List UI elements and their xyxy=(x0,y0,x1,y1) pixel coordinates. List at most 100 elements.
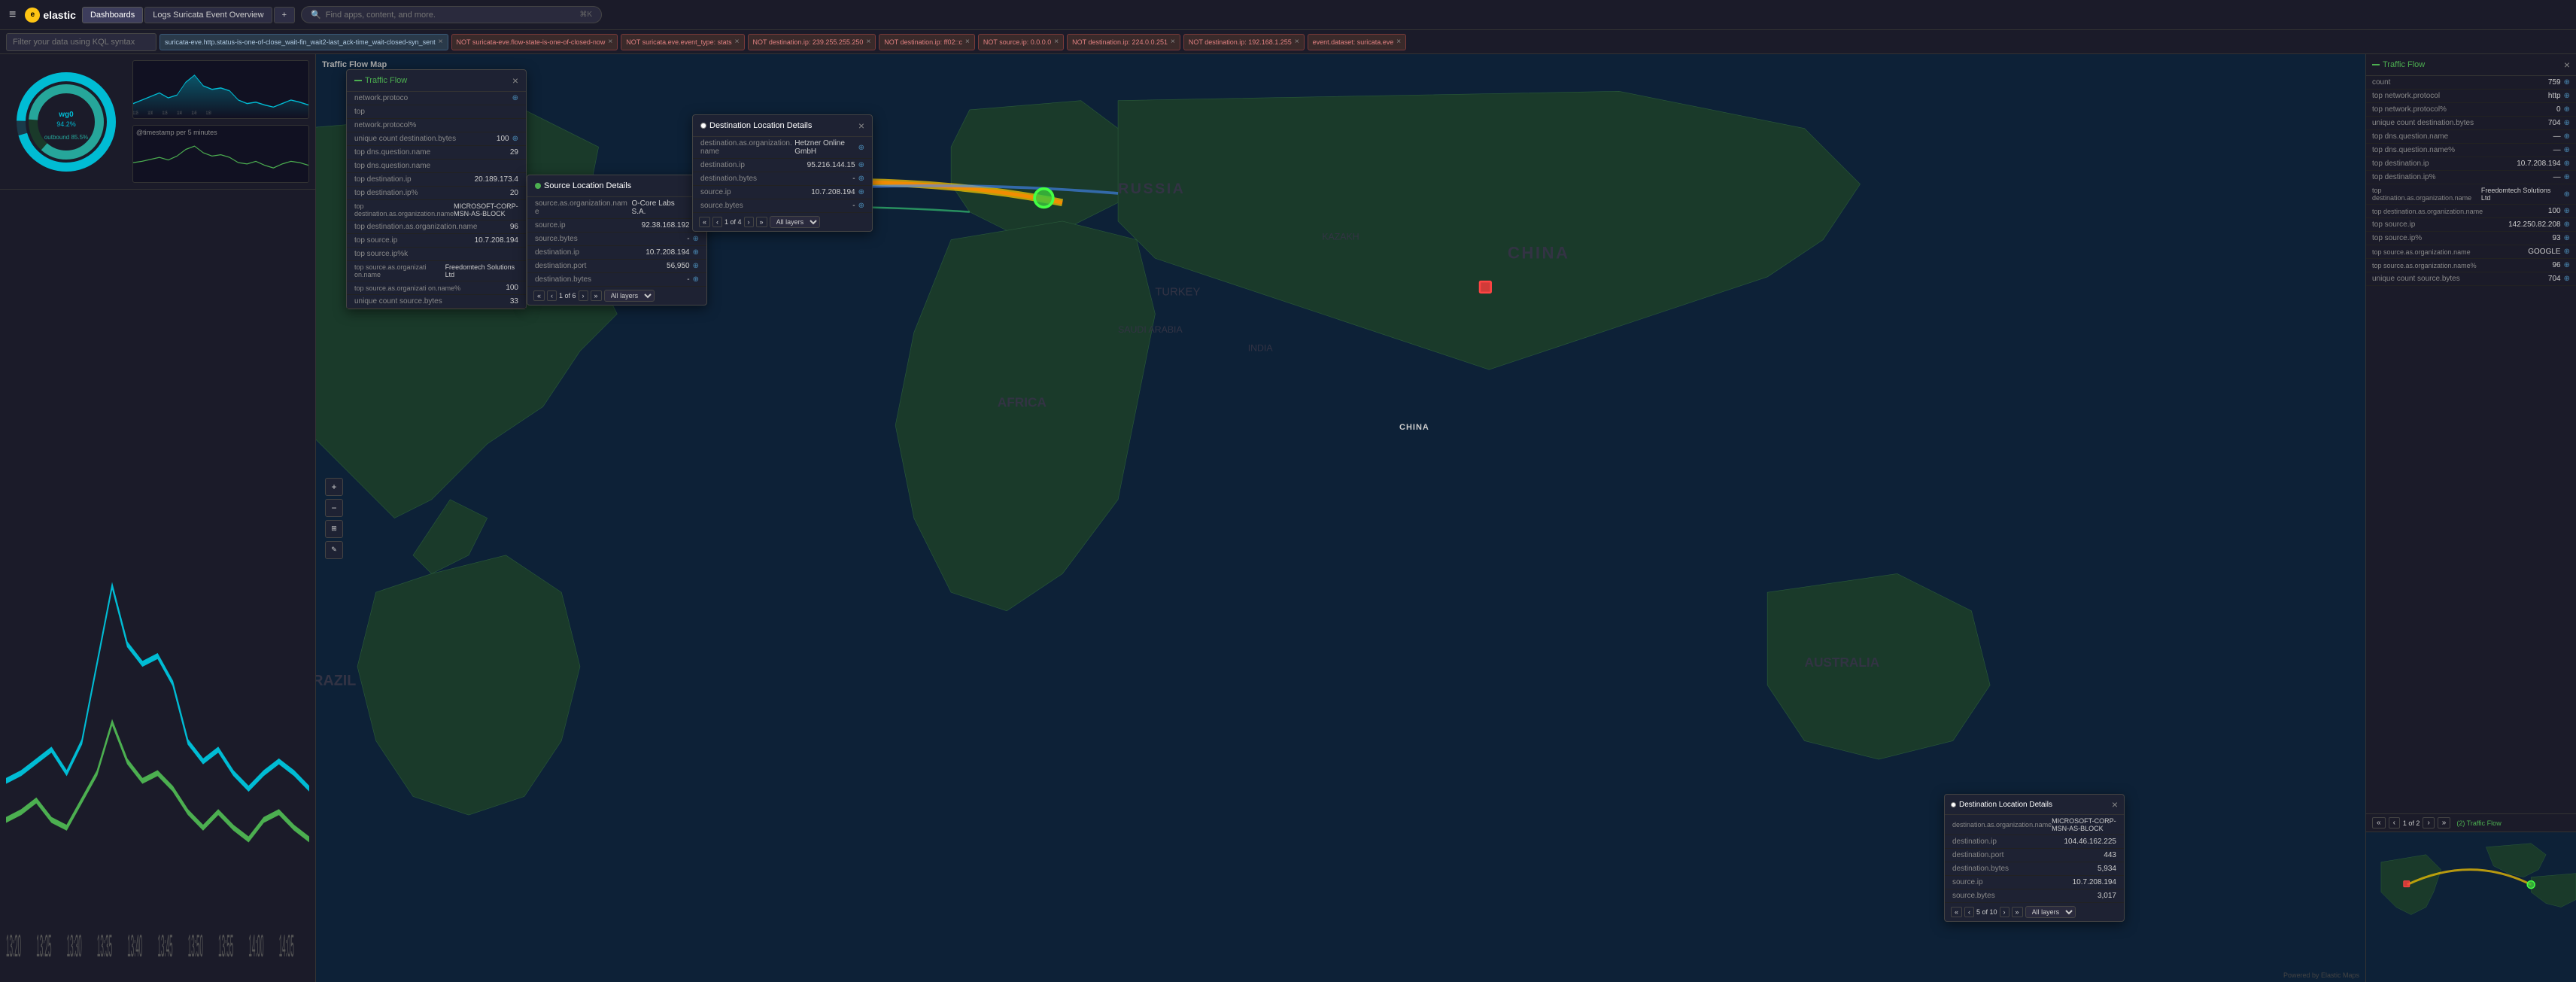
chip-close-0[interactable]: × xyxy=(439,38,443,46)
chip-close-2[interactable]: × xyxy=(735,38,740,46)
src-first-btn[interactable]: « xyxy=(533,290,545,301)
tab-logs-suricata[interactable]: Logs Suricata Event Overview xyxy=(144,7,272,23)
filter-chip-5[interactable]: NOT source.ip: 0.0.0.0 × xyxy=(978,34,1064,50)
map-area[interactable]: Traffic Flow Map UNIT xyxy=(316,54,2365,982)
rp-proto-pct-filter[interactable]: ⊕ xyxy=(2564,105,2570,114)
right-panel-mini-map xyxy=(2366,832,2576,982)
rp-prev-btn[interactable]: ‹ xyxy=(2389,817,2400,828)
rp-src-bytes-filter[interactable]: ⊕ xyxy=(2564,275,2570,283)
rp-dest-org-filter[interactable]: ⊕ xyxy=(2564,190,2570,199)
left-sidebar: wg0 94.2% outbound 85.5% xyxy=(0,54,316,982)
src-bytes-filter[interactable]: ⊕ xyxy=(693,235,699,243)
tf-row-dns: top dns.question.name 29 xyxy=(347,146,526,160)
dest-bytes-filter[interactable]: ⊕ xyxy=(858,175,864,183)
rp-dest-ip-filter[interactable]: ⊕ xyxy=(2564,160,2570,168)
line-charts: 11:25 11:30 11:35 11:40 11:45 11:50 @tim… xyxy=(132,60,309,183)
rp-row-dest-org-pct: top destination.as.organization.name 100… xyxy=(2366,205,2576,218)
dest-br-first-btn[interactable]: « xyxy=(1951,907,1962,917)
global-search-input[interactable] xyxy=(326,11,576,20)
rp-last-btn[interactable]: » xyxy=(2438,817,2451,828)
rp-next-btn[interactable]: › xyxy=(2423,817,2434,828)
src-dest-filter[interactable]: ⊕ xyxy=(693,248,699,257)
filter-chip-6[interactable]: NOT destination.ip: 224.0.0.251 × xyxy=(1067,34,1180,50)
src-prev-btn[interactable]: ‹ xyxy=(547,290,557,301)
dest-prev-btn[interactable]: ‹ xyxy=(712,217,722,227)
dest-popup-close[interactable]: × xyxy=(858,120,864,132)
global-search-bar: 🔍 ⌘K xyxy=(301,6,602,23)
src-layers-select[interactable]: All layers xyxy=(604,290,655,302)
tf-row-network-pct: network.protocol% xyxy=(347,119,526,132)
dest-br-next-btn[interactable]: › xyxy=(2000,907,2009,917)
dest-row-ip: destination.ip 95.216.144.15 ⊕ xyxy=(693,159,872,172)
dest-popup-header: Destination Location Details × xyxy=(693,115,872,137)
dest-src-bytes-filter[interactable]: ⊕ xyxy=(858,202,864,210)
chip-close-4[interactable]: × xyxy=(965,38,970,46)
dest-layers-select[interactable]: All layers xyxy=(770,216,820,228)
src-dest-bytes-filter[interactable]: ⊕ xyxy=(693,275,699,284)
tf-map-panel-content: network.protoco ⊕ top network.protocol% … xyxy=(347,92,526,309)
rp-dns-pct-filter[interactable]: ⊕ xyxy=(2564,146,2570,154)
dest-first-btn[interactable]: « xyxy=(699,217,710,227)
filter-chip-0[interactable]: suricata-eve.http.status-is-one-of-close… xyxy=(159,34,448,50)
dest-ip-filter[interactable]: ⊕ xyxy=(858,161,864,169)
filter-chip-1[interactable]: NOT suricata-eve.flow-state-is-one-of-cl… xyxy=(451,34,618,50)
filter-chip-7[interactable]: NOT destination.ip: 192.168.1.255 × xyxy=(1183,34,1305,50)
rp-src-org-filter[interactable]: ⊕ xyxy=(2564,248,2570,256)
map-draw-button[interactable]: ✎ xyxy=(325,541,343,559)
dest-br-prev-btn[interactable]: ‹ xyxy=(1964,907,1974,917)
tab-dashboards[interactable]: Dashboards xyxy=(82,7,143,23)
kql-filter-input[interactable] xyxy=(6,33,156,51)
chip-close-5[interactable]: × xyxy=(1054,38,1059,46)
rp-dest-org-pct-filter[interactable]: ⊕ xyxy=(2564,207,2570,215)
svg-text:13:25: 13:25 xyxy=(36,929,51,964)
src-port-filter[interactable]: ⊕ xyxy=(693,262,699,270)
map-layers-button[interactable]: ⊞ xyxy=(325,520,343,538)
dest-last-btn[interactable]: » xyxy=(756,217,767,227)
src-row-dest-ip: destination.ip 10.7.208.194 ⊕ xyxy=(527,246,706,260)
rp-src-ip-filter[interactable]: ⊕ xyxy=(2564,220,2570,229)
chip-close-1[interactable]: × xyxy=(608,38,612,46)
svg-text:AUSTRALIA: AUSTRALIA xyxy=(1805,655,1880,670)
tab-add-button[interactable]: + xyxy=(274,7,295,23)
chip-close-7[interactable]: × xyxy=(1295,38,1299,46)
dest-src-filter[interactable]: ⊕ xyxy=(858,188,864,196)
menu-button[interactable]: ≡ xyxy=(6,5,19,25)
dest-br-header: Destination Location Details × xyxy=(1945,795,2124,815)
dest-br-layers-select[interactable]: All layers xyxy=(2025,906,2076,918)
zoom-in-button[interactable]: + xyxy=(325,478,343,496)
dest-br-close[interactable]: × xyxy=(2112,798,2118,810)
dest-next-btn[interactable]: › xyxy=(744,217,754,227)
rp-src-ip-pct-filter[interactable]: ⊕ xyxy=(2564,234,2570,242)
chip-close-8[interactable]: × xyxy=(1396,38,1401,46)
zoom-out-button[interactable]: − xyxy=(325,499,343,517)
chip-text-4: NOT destination.ip: ff02::c xyxy=(884,38,962,46)
filter-chip-4[interactable]: NOT destination.ip: ff02::c × xyxy=(879,34,975,50)
filter-icon-1[interactable]: ⊕ xyxy=(512,135,518,143)
rp-src-org-pct-filter[interactable]: ⊕ xyxy=(2564,261,2570,269)
rp-first-btn[interactable]: « xyxy=(2372,817,2386,828)
map-title: Traffic Flow Map xyxy=(322,60,387,69)
src-next-btn[interactable]: › xyxy=(579,290,588,301)
rp-dest-ip-pct-filter[interactable]: ⊕ xyxy=(2564,173,2570,181)
rp-count-filter[interactable]: ⊕ xyxy=(2564,78,2570,87)
right-panel-close[interactable]: × xyxy=(2564,59,2570,71)
rp-dns-filter[interactable]: ⊕ xyxy=(2564,132,2570,141)
dest-org-filter[interactable]: ⊕ xyxy=(858,144,864,152)
filter-icon[interactable]: ⊕ xyxy=(512,94,518,102)
search-icon: 🔍 xyxy=(311,10,321,20)
chip-close-6[interactable]: × xyxy=(1171,38,1175,46)
rp-proto-filter[interactable]: ⊕ xyxy=(2564,92,2570,100)
line-chart-bottom: @timestamp per 5 minutes xyxy=(132,125,309,184)
tf-map-close-button[interactable]: × xyxy=(512,74,518,87)
rp-unique-filter[interactable]: ⊕ xyxy=(2564,119,2570,127)
chip-close-3[interactable]: × xyxy=(866,38,870,46)
src-last-btn[interactable]: » xyxy=(591,290,602,301)
filter-chip-8[interactable]: event.dataset: suricata.eve × xyxy=(1308,34,1406,50)
filter-chip-2[interactable]: NOT suricata.eve.event_type: stats × xyxy=(621,34,744,50)
tf-map-panel-header: Traffic Flow × xyxy=(347,70,526,92)
rp-row-unique-count: unique count destination.bytes 704 ⊕ xyxy=(2366,117,2576,130)
dest-br-last-btn[interactable]: » xyxy=(2012,907,2023,917)
rp-row-dest-ip: top destination.ip 10.7.208.194 ⊕ xyxy=(2366,157,2576,171)
filter-chip-3[interactable]: NOT destination.ip: 239.255.255.250 × xyxy=(748,34,876,50)
dest-br-title: Destination Location Details xyxy=(1959,801,2052,809)
